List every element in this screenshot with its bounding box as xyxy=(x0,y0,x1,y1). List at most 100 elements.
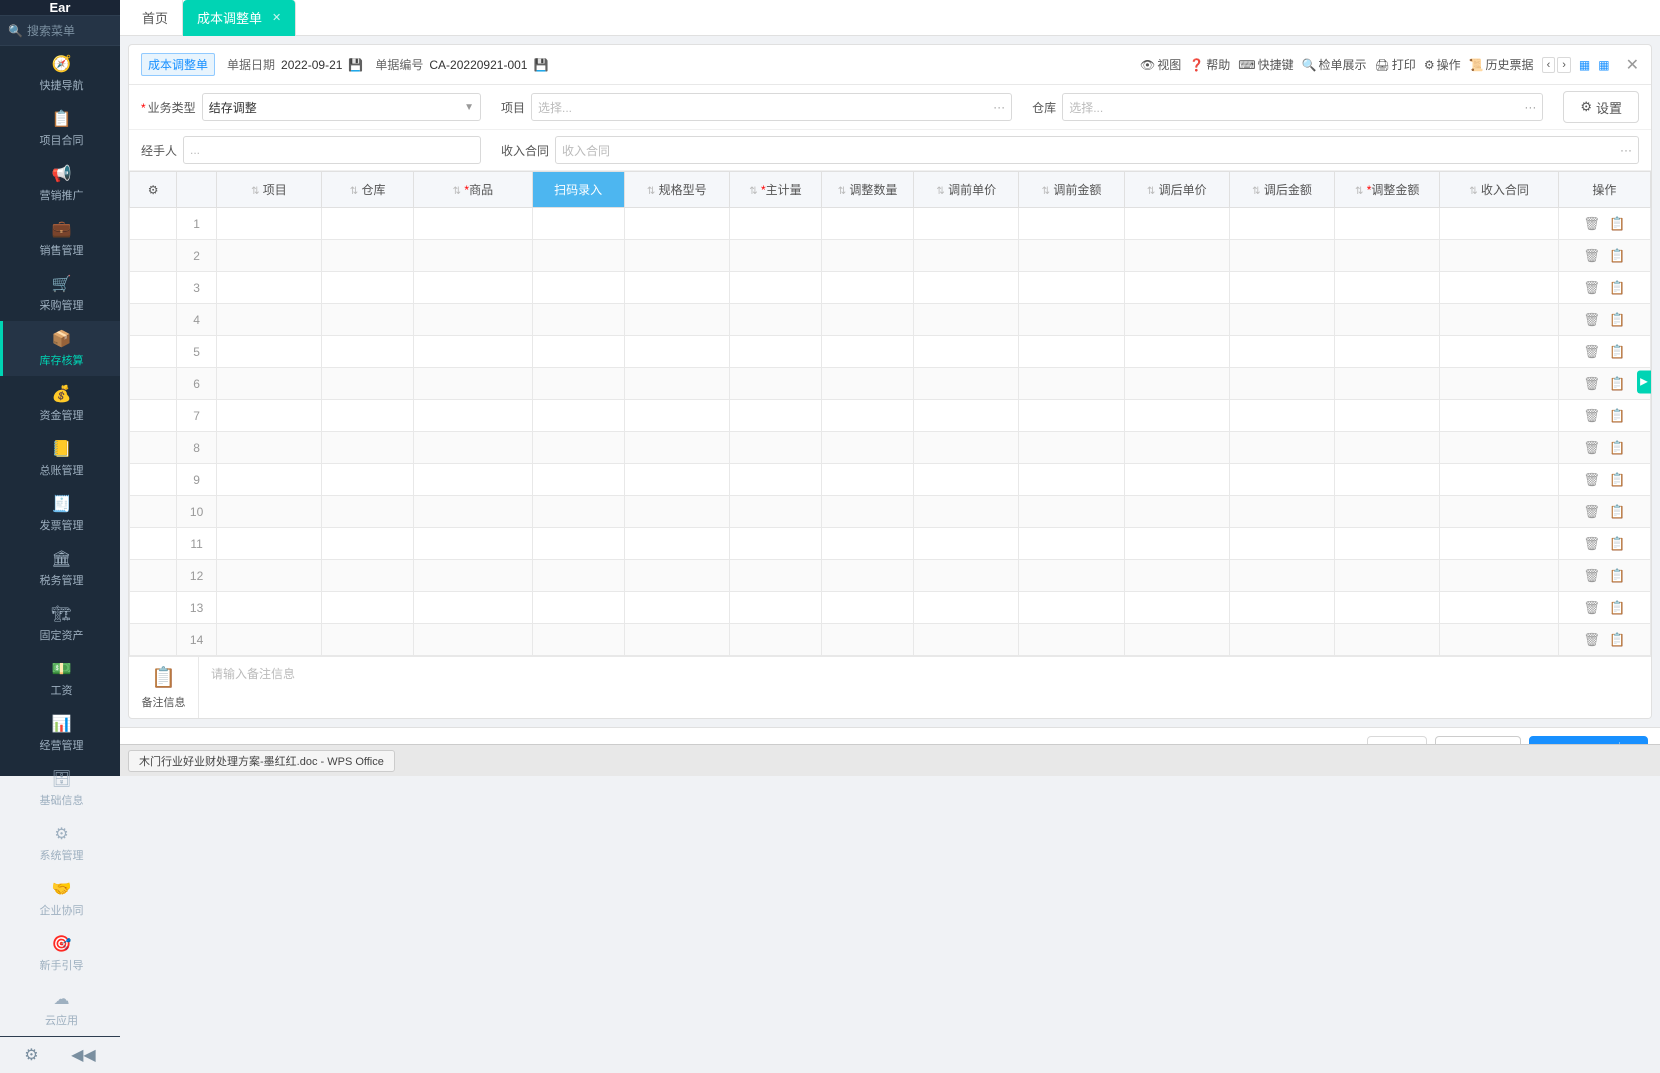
row-warehouse-11[interactable] xyxy=(322,528,414,560)
row-after-amount-2[interactable] xyxy=(1229,240,1334,272)
row-product-13[interactable] xyxy=(414,592,532,624)
row-after-price-3[interactable] xyxy=(1124,272,1229,304)
row-after-amount-1[interactable] xyxy=(1229,208,1334,240)
row-project-10[interactable] xyxy=(216,496,321,528)
row-after-amount-12[interactable] xyxy=(1229,560,1334,592)
ops-action[interactable]: ⚙ 操作 xyxy=(1424,56,1461,73)
row-scan-5[interactable] xyxy=(532,336,624,368)
row-income-contract-14[interactable] xyxy=(1440,624,1558,656)
row-warehouse-1[interactable] xyxy=(322,208,414,240)
row-delete-icon-5[interactable]: 🗑 xyxy=(1583,344,1600,359)
row-unit-14[interactable] xyxy=(729,624,821,656)
row-project-7[interactable] xyxy=(216,400,321,432)
row-prev-amount-10[interactable] xyxy=(1019,496,1124,528)
row-adj-amount-4[interactable] xyxy=(1335,304,1440,336)
row-prev-price-11[interactable] xyxy=(914,528,1019,560)
row-prev-amount-15[interactable] xyxy=(1019,656,1124,657)
row-prev-amount-4[interactable] xyxy=(1019,304,1124,336)
row-scan-3[interactable] xyxy=(532,272,624,304)
tab-home[interactable]: 首页 xyxy=(128,0,183,36)
sidebar-item-ledger[interactable]: 📒 总账管理 xyxy=(0,431,120,486)
row-delete-icon-6[interactable]: 🗑 xyxy=(1583,376,1600,391)
row-income-contract-13[interactable] xyxy=(1440,592,1558,624)
row-warehouse-4[interactable] xyxy=(322,304,414,336)
row-after-price-14[interactable] xyxy=(1124,624,1229,656)
row-adj-amount-12[interactable] xyxy=(1335,560,1440,592)
row-qty-1[interactable] xyxy=(822,208,914,240)
sidebar-search[interactable]: 🔍 搜索菜单 xyxy=(0,16,120,46)
row-prev-amount-6[interactable] xyxy=(1019,368,1124,400)
row-income-contract-9[interactable] xyxy=(1440,464,1558,496)
taskbar-item[interactable]: 木门行业好业财处理方案-墨红红.doc - WPS Office xyxy=(128,750,395,772)
row-project-3[interactable] xyxy=(216,272,321,304)
th-adj-amount[interactable]: ⇅ *调整金额 xyxy=(1335,172,1440,208)
row-scan-11[interactable] xyxy=(532,528,624,560)
check-action[interactable]: 🔍 检单展示 xyxy=(1302,56,1367,73)
sidebar-item-tax[interactable]: 🏛 税务管理 xyxy=(0,541,120,596)
row-unit-12[interactable] xyxy=(729,560,821,592)
row-unit-9[interactable] xyxy=(729,464,821,496)
row-qty-5[interactable] xyxy=(822,336,914,368)
row-adj-amount-10[interactable] xyxy=(1335,496,1440,528)
settings-button[interactable]: ⚙ 设置 xyxy=(1563,91,1639,123)
sidebar-item-enterprise[interactable]: 🤝 企业协同 xyxy=(0,871,120,926)
view-action[interactable]: 👁 视图 xyxy=(1140,56,1181,73)
row-copy-icon-5[interactable]: 📋 xyxy=(1609,344,1625,359)
nav-next-button[interactable]: › xyxy=(1557,57,1571,73)
row-scan-8[interactable] xyxy=(532,432,624,464)
row-income-contract-1[interactable] xyxy=(1440,208,1558,240)
row-scan-12[interactable] xyxy=(532,560,624,592)
row-after-amount-5[interactable] xyxy=(1229,336,1334,368)
row-after-amount-14[interactable] xyxy=(1229,624,1334,656)
th-prev-price[interactable]: ⇅ 调前单价 xyxy=(914,172,1019,208)
row-prev-price-15[interactable] xyxy=(914,656,1019,657)
row-qty-9[interactable] xyxy=(822,464,914,496)
row-prev-amount-2[interactable] xyxy=(1019,240,1124,272)
th-product[interactable]: ⇅ *商品 xyxy=(414,172,532,208)
row-qty-7[interactable] xyxy=(822,400,914,432)
row-product-6[interactable] xyxy=(414,368,532,400)
row-unit-5[interactable] xyxy=(729,336,821,368)
row-warehouse-13[interactable] xyxy=(322,592,414,624)
th-unit[interactable]: ⇅ *主计量 xyxy=(729,172,821,208)
tab-close-button[interactable]: ✕ xyxy=(272,11,281,24)
row-adj-amount-1[interactable] xyxy=(1335,208,1440,240)
row-delete-icon-14[interactable]: 🗑 xyxy=(1583,632,1600,647)
row-prev-price-13[interactable] xyxy=(914,592,1019,624)
row-qty-6[interactable] xyxy=(822,368,914,400)
row-income-contract-15[interactable] xyxy=(1440,656,1558,657)
row-scan-9[interactable] xyxy=(532,464,624,496)
row-after-price-12[interactable] xyxy=(1124,560,1229,592)
sidebar-item-sales[interactable]: 💼 销售管理 xyxy=(0,211,120,266)
row-qty-12[interactable] xyxy=(822,560,914,592)
row-prev-price-1[interactable] xyxy=(914,208,1019,240)
row-spec-6[interactable] xyxy=(624,368,729,400)
row-income-contract-8[interactable] xyxy=(1440,432,1558,464)
row-warehouse-12[interactable] xyxy=(322,560,414,592)
warehouse-ellipsis[interactable]: ··· xyxy=(1524,100,1536,114)
row-warehouse-7[interactable] xyxy=(322,400,414,432)
tab-cost-adjust[interactable]: 成本调整单 ✕ xyxy=(183,0,296,36)
row-project-12[interactable] xyxy=(216,560,321,592)
row-unit-11[interactable] xyxy=(729,528,821,560)
row-after-price-11[interactable] xyxy=(1124,528,1229,560)
row-prev-price-3[interactable] xyxy=(914,272,1019,304)
row-warehouse-5[interactable] xyxy=(322,336,414,368)
sidebar-item-sys[interactable]: ⚙ 系统管理 xyxy=(0,816,120,871)
row-scan-15[interactable] xyxy=(532,656,624,657)
th-spec[interactable]: ⇅ 规格型号 xyxy=(624,172,729,208)
row-product-15[interactable] xyxy=(414,656,532,657)
row-scan-7[interactable] xyxy=(532,400,624,432)
row-warehouse-2[interactable] xyxy=(322,240,414,272)
row-unit-7[interactable] xyxy=(729,400,821,432)
row-warehouse-8[interactable] xyxy=(322,432,414,464)
row-after-amount-3[interactable] xyxy=(1229,272,1334,304)
row-copy-icon-2[interactable]: 📋 xyxy=(1609,248,1625,263)
row-spec-1[interactable] xyxy=(624,208,729,240)
row-copy-icon-1[interactable]: 📋 xyxy=(1609,216,1625,231)
right-edge-indicator[interactable]: ▶ xyxy=(1637,370,1651,393)
income-contract-ellipsis[interactable]: ··· xyxy=(1620,143,1632,157)
th-income-contract[interactable]: ⇅ 收入合同 xyxy=(1440,172,1558,208)
row-project-6[interactable] xyxy=(216,368,321,400)
row-delete-icon-2[interactable]: 🗑 xyxy=(1583,248,1600,263)
